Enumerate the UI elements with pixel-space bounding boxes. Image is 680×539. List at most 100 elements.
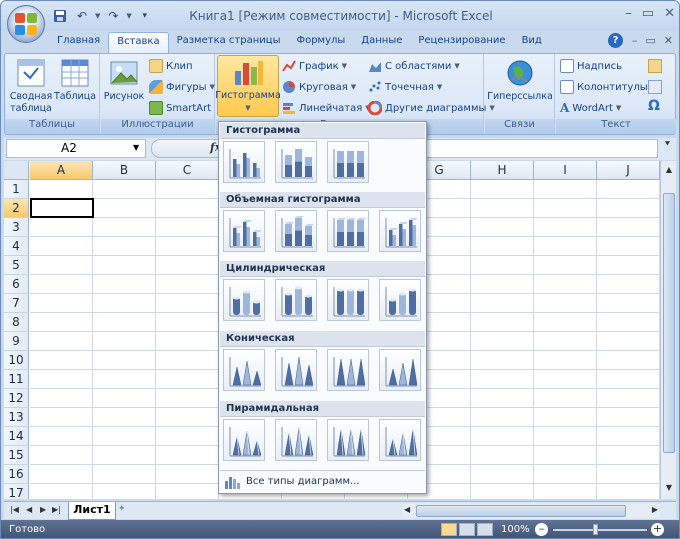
last-sheet-icon[interactable]: ▶| [52,505,61,514]
prev-sheet-icon[interactable]: ◀ [26,505,32,514]
tab-insert[interactable]: Вставка [108,32,169,54]
cone-clustered-chart-option[interactable] [223,349,265,391]
scroll-up-icon[interactable]: ▲ [662,163,676,177]
column3d-3d-chart-option[interactable] [379,210,421,252]
normal-view-icon[interactable] [441,523,457,536]
table-button[interactable]: Таблица [54,57,96,103]
formula-input[interactable] [426,139,658,158]
row-header-1[interactable]: 1 [4,180,29,199]
histogram-button[interactable]: Гистограмма ▼ [215,55,281,117]
page-layout-view-icon[interactable] [459,523,475,536]
column3d-stacked-100-chart-option[interactable] [327,210,369,252]
insert-sheet-icon[interactable]: ✦ [118,504,136,517]
row-header-8[interactable]: 8 [4,313,29,332]
object-icon[interactable] [648,80,662,94]
expand-formula-bar-icon[interactable]: ⯆ [661,140,674,157]
all-chart-types-button[interactable]: Все типы диаграмм... [220,470,425,492]
wordart-button[interactable]: A WordArt ▼ [560,101,621,115]
select-all-corner[interactable] [4,161,29,180]
column3d-stacked-chart-option[interactable] [275,210,317,252]
office-button[interactable] [7,5,45,43]
row-header-4[interactable]: 4 [4,237,29,256]
row-header-10[interactable]: 10 [4,351,29,370]
cylinder-3d-chart-option[interactable] [379,279,421,321]
column-header-c[interactable]: C [156,161,219,180]
row-header-12[interactable]: 12 [4,389,29,408]
cone-3d-chart-option[interactable] [379,349,421,391]
hyperlink-button[interactable]: Гиперссылка [487,57,553,103]
active-cell[interactable] [30,198,94,218]
maximize-icon[interactable]: ▭ [642,6,654,21]
wb-close-icon[interactable]: ✕ [664,34,673,47]
scatter-chart-button[interactable]: Точечная ▼ [368,80,442,94]
row-header-6[interactable]: 6 [4,275,29,294]
zoom-in-icon[interactable]: + [651,523,664,536]
tab-data[interactable]: Данные [353,32,410,54]
row-header-7[interactable]: 7 [4,294,29,313]
pyramid-3d-chart-option[interactable] [379,419,421,461]
smartart-button[interactable]: SmartArt [149,101,211,115]
next-sheet-icon[interactable]: ▶ [40,505,46,514]
column-clustered-chart-option[interactable] [223,141,265,183]
column-stacked-100-chart-option[interactable] [327,141,369,183]
scroll-left-icon[interactable]: ◀ [404,505,410,514]
symbol-icon[interactable]: Ω [648,98,660,114]
cylinder-stacked-100-chart-option[interactable] [327,279,369,321]
close-icon[interactable]: ✕ [664,6,675,21]
area-chart-button[interactable]: С областями ▼ [368,59,460,73]
cylinder-clustered-chart-option[interactable] [223,279,265,321]
row-header-16[interactable]: 16 [4,465,29,484]
tab-page-layout[interactable]: Разметка страницы [169,32,289,54]
zoom-out-icon[interactable]: – [535,523,548,536]
column-header-h[interactable]: H [471,161,534,180]
cylinder-stacked-chart-option[interactable] [275,279,317,321]
signature-line-icon[interactable] [648,59,662,73]
header-footer-button[interactable]: Колонтитулы [560,80,648,94]
row-header-3[interactable]: 3 [4,218,29,237]
scroll-down-icon[interactable]: ▼ [662,481,676,495]
pyramid-stacked-100-chart-option[interactable] [327,419,369,461]
horizontal-scrollbar[interactable]: ◀ ▶ [402,504,660,518]
pyramid-clustered-chart-option[interactable] [223,419,265,461]
page-break-view-icon[interactable] [477,523,493,536]
row-header-11[interactable]: 11 [4,370,29,389]
row-header-5[interactable]: 5 [4,256,29,275]
first-sheet-icon[interactable]: |◀ [10,505,19,514]
column-header-i[interactable]: I [534,161,597,180]
pyramid-stacked-chart-option[interactable] [275,419,317,461]
column-header-j[interactable]: J [597,161,660,180]
name-box[interactable]: A2 [6,139,146,158]
vertical-scroll-thumb[interactable] [663,193,675,453]
line-chart-button[interactable]: График ▼ [282,59,347,73]
scroll-right-icon[interactable]: ▶ [652,505,658,514]
other-charts-button[interactable]: Другие диаграммы ▼ [368,101,495,115]
name-box-dropdown-icon[interactable]: ▼ [133,143,139,152]
zoom-level[interactable]: 100% [501,524,530,535]
help-icon[interactable]: ? [608,33,623,48]
minimize-icon[interactable]: – [625,6,632,21]
vertical-scrollbar[interactable]: ▲ ▼ [660,161,676,499]
row-header-14[interactable]: 14 [4,427,29,446]
column-header-b[interactable]: B [93,161,156,180]
tab-view[interactable]: Вид [514,32,550,54]
column3d-clustered-chart-option[interactable] [223,210,265,252]
zoom-slider-thumb[interactable] [593,524,598,535]
cone-stacked-100-chart-option[interactable] [327,349,369,391]
horizontal-scroll-thumb[interactable] [416,505,626,517]
column-stacked-chart-option[interactable] [275,141,317,183]
bar-chart-button[interactable]: Линейчатая ▼ [282,101,371,115]
wb-minimize-icon[interactable]: – [632,34,638,47]
sheet-tab[interactable]: Лист1 [68,502,116,520]
wb-restore-icon[interactable]: ▭ [645,34,655,47]
pie-chart-button[interactable]: Круговая ▼ [282,80,356,94]
row-header-13[interactable]: 13 [4,408,29,427]
row-header-2[interactable]: 2 [4,199,29,218]
pivot-table-button[interactable]: Сводная таблица [9,57,53,115]
clip-button[interactable]: Клип [149,59,193,73]
zoom-slider[interactable] [553,529,647,531]
row-header-9[interactable]: 9 [4,332,29,351]
row-header-17[interactable]: 17 [4,484,29,499]
shapes-button[interactable]: Фигуры ▼ [149,80,215,94]
column-header-a[interactable]: A [30,161,93,180]
row-header-15[interactable]: 15 [4,446,29,465]
